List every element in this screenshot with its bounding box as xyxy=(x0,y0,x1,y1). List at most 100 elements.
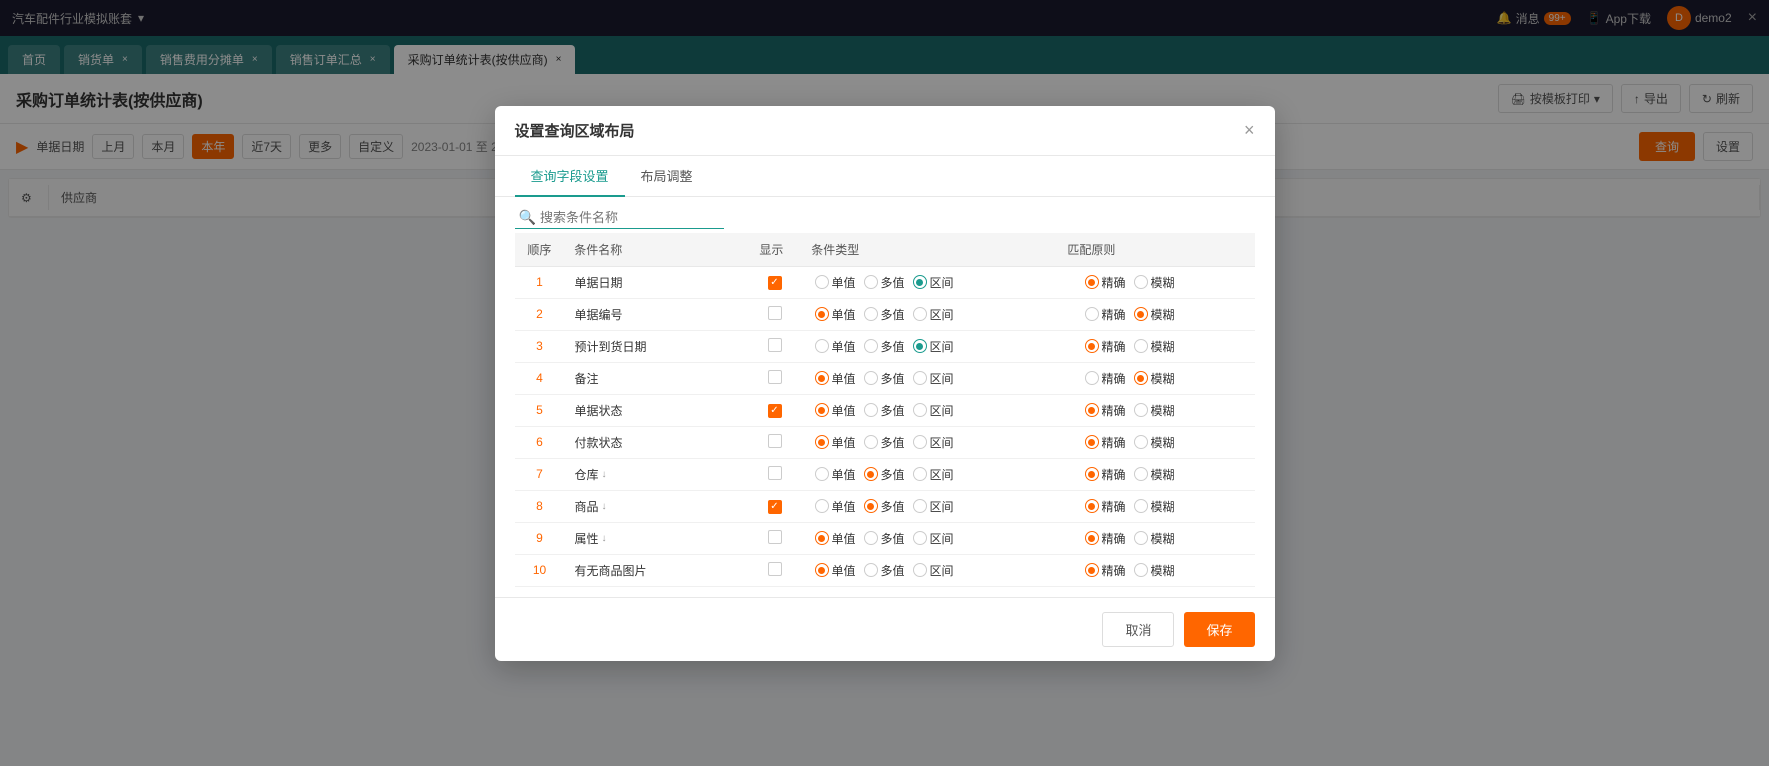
radio-type-区间[interactable]: 区间 xyxy=(913,466,954,483)
row-display-6[interactable] xyxy=(745,458,805,490)
radio-match-模糊[interactable]: 模糊 xyxy=(1134,562,1175,579)
row-match-6: 精确 模糊 xyxy=(1075,458,1255,490)
table-scroll-body: 1 单据日期 ✓ 单值 多值 区间 精确 模糊 xyxy=(515,267,1255,587)
radio-type-多值[interactable]: 多值 xyxy=(864,370,905,387)
cancel-button[interactable]: 取消 xyxy=(1102,612,1174,647)
radio-match-模糊[interactable]: 模糊 xyxy=(1134,466,1175,483)
radio-match-精确[interactable]: 精确 xyxy=(1085,274,1126,291)
radio-icon-多值 xyxy=(864,403,878,417)
radio-match-模糊[interactable]: 模糊 xyxy=(1134,370,1175,387)
checkbox-display-2[interactable] xyxy=(768,338,782,352)
row-display-9[interactable] xyxy=(745,554,805,586)
radio-type-区间[interactable]: 区间 xyxy=(913,530,954,547)
row-name-10: 来源单据日期 xyxy=(565,586,745,587)
radio-match-模糊[interactable]: 模糊 xyxy=(1134,402,1175,419)
radio-match-精确[interactable]: 精确 xyxy=(1085,370,1126,387)
radio-type-区间[interactable]: 区间 xyxy=(913,498,954,515)
radio-type-多值[interactable]: 多值 xyxy=(864,530,905,547)
dialog-close-button[interactable]: × xyxy=(1244,120,1255,141)
radio-match-精确[interactable]: 精确 xyxy=(1085,338,1126,355)
radio-type-单值[interactable]: 单值 xyxy=(815,370,856,387)
row-match-3: 精确 模糊 xyxy=(1075,362,1255,394)
row-display-8[interactable] xyxy=(745,522,805,554)
radio-type-区间[interactable]: 区间 xyxy=(913,274,954,291)
radio-match-精确[interactable]: 精确 xyxy=(1085,402,1126,419)
row-display-4[interactable]: ✓ xyxy=(745,394,805,426)
radio-type-单值[interactable]: 单值 xyxy=(815,498,856,515)
radio-icon-单值 xyxy=(815,307,829,321)
radio-match-精确[interactable]: 精确 xyxy=(1085,306,1126,323)
radio-type-多值[interactable]: 多值 xyxy=(864,274,905,291)
radio-icon-单值 xyxy=(815,531,829,545)
radio-icon-单值 xyxy=(815,467,829,481)
checkbox-display-4[interactable]: ✓ xyxy=(768,404,782,418)
radio-type-单值[interactable]: 单值 xyxy=(815,562,856,579)
radio-type-区间[interactable]: 区间 xyxy=(913,434,954,451)
radio-type-单值[interactable]: 单值 xyxy=(815,306,856,323)
radio-type-区间[interactable]: 区间 xyxy=(913,306,954,323)
radio-match-模糊[interactable]: 模糊 xyxy=(1134,274,1175,291)
radio-icon-单值 xyxy=(815,371,829,385)
radio-type-单值[interactable]: 单值 xyxy=(815,402,856,419)
radio-match-精确[interactable]: 精确 xyxy=(1085,530,1126,547)
radio-type-多值[interactable]: 多值 xyxy=(864,306,905,323)
row-display-2[interactable] xyxy=(745,330,805,362)
radio-type-多值[interactable]: 多值 xyxy=(864,338,905,355)
row-display-7[interactable]: ✓ xyxy=(745,490,805,522)
radio-type-区间[interactable]: 区间 xyxy=(913,370,954,387)
radio-match-模糊[interactable]: 模糊 xyxy=(1134,338,1175,355)
checkbox-display-1[interactable] xyxy=(768,306,782,320)
search-input-wrap: 🔍 xyxy=(515,207,724,229)
radio-type-多值[interactable]: 多值 xyxy=(864,562,905,579)
radio-type-多值[interactable]: 多值 xyxy=(864,434,905,451)
tab-layout-adjust[interactable]: 布局调整 xyxy=(625,156,709,197)
radio-type-单值[interactable]: 单值 xyxy=(815,274,856,291)
checkbox-display-8[interactable] xyxy=(768,530,782,544)
radio-match-精确[interactable]: 精确 xyxy=(1085,466,1126,483)
dialog-footer: 取消 保存 xyxy=(495,597,1275,661)
radio-match-icon-精确 xyxy=(1085,435,1099,449)
radio-match-icon-精确 xyxy=(1085,499,1099,513)
radio-match-icon-精确 xyxy=(1085,371,1099,385)
row-display-1[interactable] xyxy=(745,298,805,330)
radio-type-单值[interactable]: 单值 xyxy=(815,338,856,355)
radio-icon-多值 xyxy=(864,307,878,321)
checkbox-display-0[interactable]: ✓ xyxy=(768,276,782,290)
row-display-10[interactable] xyxy=(745,586,805,587)
radio-type-区间[interactable]: 区间 xyxy=(913,338,954,355)
radio-match-模糊[interactable]: 模糊 xyxy=(1134,434,1175,451)
row-type-2: 单值 多值 区间 xyxy=(805,330,1075,362)
row-display-0[interactable]: ✓ xyxy=(745,267,805,299)
radio-match-精确[interactable]: 精确 xyxy=(1085,562,1126,579)
row-type-3: 单值 多值 区间 xyxy=(805,362,1075,394)
radio-type-单值[interactable]: 单值 xyxy=(815,530,856,547)
match-radio-group-4: 精确 模糊 xyxy=(1085,402,1245,419)
radio-match-精确[interactable]: 精确 xyxy=(1085,498,1126,515)
checkbox-display-7[interactable]: ✓ xyxy=(768,500,782,514)
radio-type-多值[interactable]: 多值 xyxy=(864,402,905,419)
row-display-3[interactable] xyxy=(745,362,805,394)
row-name-8: 属性↓ xyxy=(565,522,745,554)
radio-match-模糊[interactable]: 模糊 xyxy=(1134,530,1175,547)
type-radio-group-8: 单值 多值 区间 xyxy=(815,530,1065,547)
radio-type-多值[interactable]: 多值 xyxy=(864,498,905,515)
radio-type-区间[interactable]: 区间 xyxy=(913,402,954,419)
row-name-5: 付款状态 xyxy=(565,426,745,458)
search-input[interactable] xyxy=(540,210,720,225)
save-button[interactable]: 保存 xyxy=(1184,612,1254,647)
radio-match-模糊[interactable]: 模糊 xyxy=(1134,498,1175,515)
radio-match-模糊[interactable]: 模糊 xyxy=(1134,306,1175,323)
radio-match-精确[interactable]: 精确 xyxy=(1085,434,1126,451)
checkbox-display-9[interactable] xyxy=(768,562,782,576)
checkbox-display-3[interactable] xyxy=(768,370,782,384)
radio-icon-区间 xyxy=(913,307,927,321)
checkbox-display-5[interactable] xyxy=(768,434,782,448)
row-display-5[interactable] xyxy=(745,426,805,458)
tab-query-fields[interactable]: 查询字段设置 xyxy=(515,156,625,197)
checkbox-display-6[interactable] xyxy=(768,466,782,480)
radio-match-icon-模糊 xyxy=(1134,403,1148,417)
radio-type-单值[interactable]: 单值 xyxy=(815,434,856,451)
radio-type-区间[interactable]: 区间 xyxy=(913,562,954,579)
radio-type-多值[interactable]: 多值 xyxy=(864,466,905,483)
radio-type-单值[interactable]: 单值 xyxy=(815,466,856,483)
